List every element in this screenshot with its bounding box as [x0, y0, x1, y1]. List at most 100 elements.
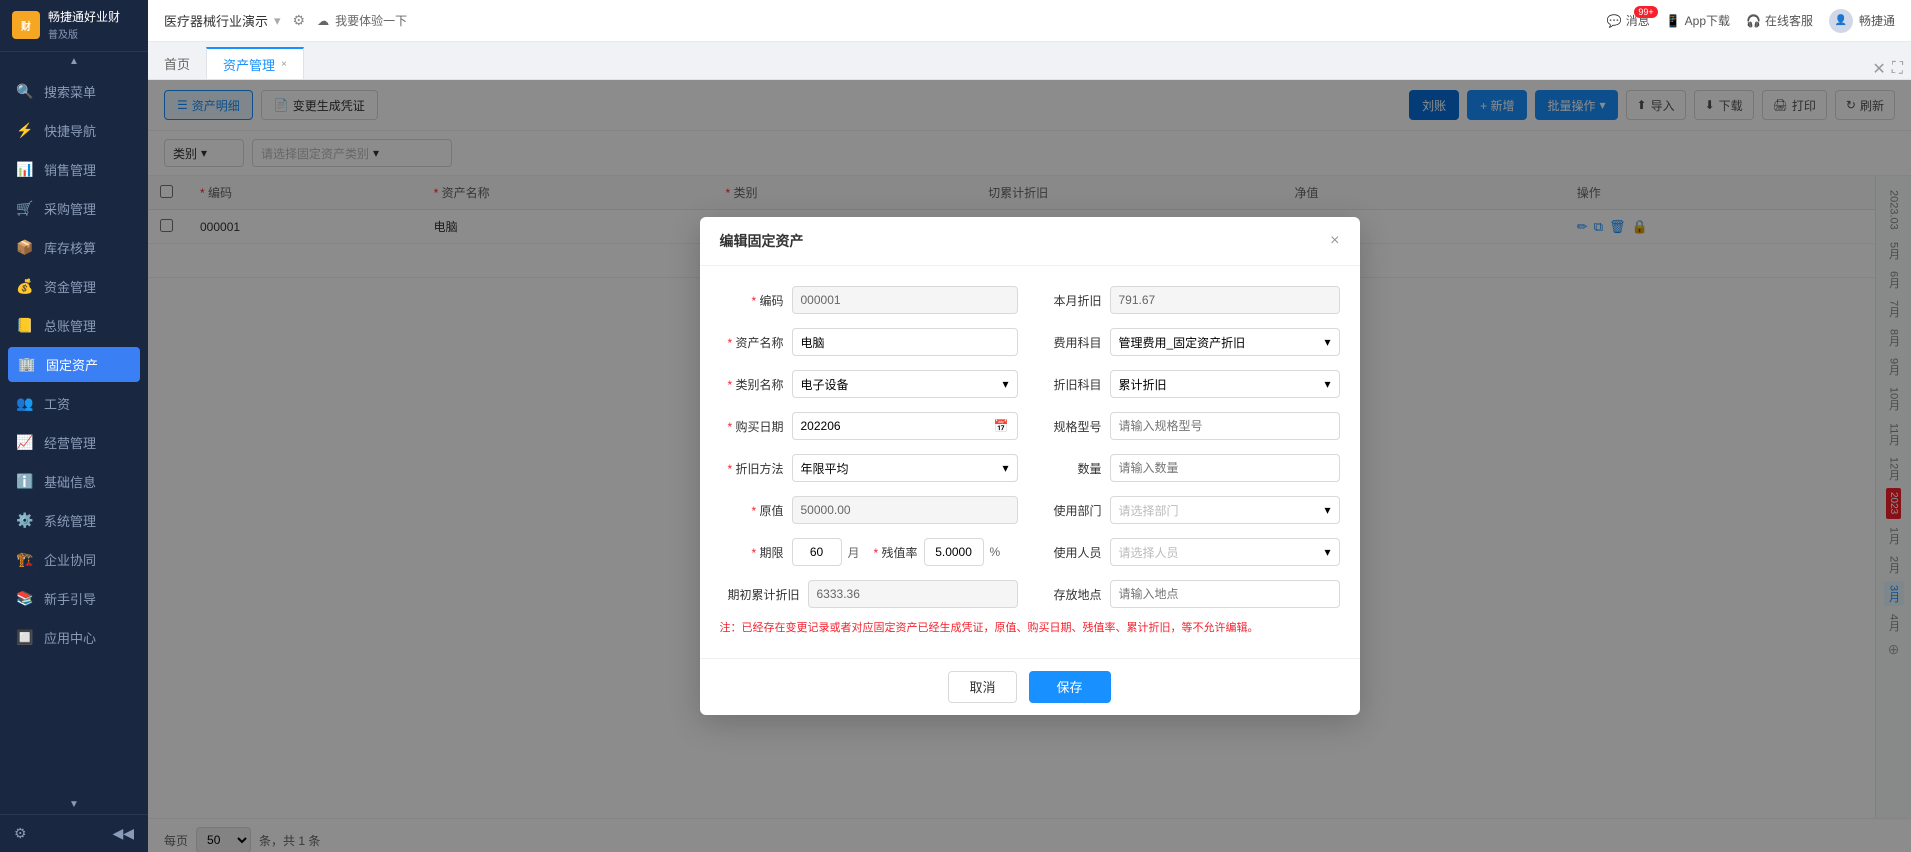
initial-cumulative-input[interactable]	[808, 580, 1018, 608]
app-download-button[interactable]: 📱 App下载	[1666, 12, 1730, 29]
app-logo-icon: 财	[12, 11, 40, 39]
sidebar-item-app-center[interactable]: 🔲 应用中心	[0, 618, 148, 657]
sidebar-item-guide[interactable]: 📚 新手引导	[0, 579, 148, 618]
method-select[interactable]: 年限平均 ▾	[792, 454, 1018, 482]
spec-input[interactable]	[1110, 412, 1340, 440]
tab-asset-management[interactable]: 资产管理 ×	[206, 47, 304, 79]
sidebar-item-sales[interactable]: 📊 销售管理	[0, 150, 148, 189]
form-row-period: * 期限 月 * 残值率 %	[720, 538, 1018, 566]
sidebar-item-system[interactable]: ⚙️ 系统管理	[0, 501, 148, 540]
sidebar-item-payroll[interactable]: 👥 工资	[0, 384, 148, 423]
sidebar-item-label: 工资	[44, 394, 70, 413]
sidebar-item-label: 销售管理	[44, 160, 96, 179]
sidebar-item-label: 采购管理	[44, 199, 96, 218]
topbar-right: 💬 消息 99+ 📱 App下载 🎧 在线客服 👤 畅捷通	[1607, 9, 1895, 33]
settings-icon[interactable]: ⚙	[14, 825, 27, 842]
dep-subject-select[interactable]: 累计折旧 ▾	[1110, 370, 1340, 398]
category-select[interactable]: 电子设备 ▾	[792, 370, 1018, 398]
fund-icon: 💰	[16, 278, 34, 295]
message-icon: 💬	[1607, 14, 1622, 28]
content-area: ☰ 资产明细 📄 变更生成凭证 刘账 + 新增 批量操作 ▾ ⬆	[148, 80, 1911, 852]
sidebar-item-label: 总账管理	[44, 316, 96, 335]
cancel-button[interactable]: 取消	[948, 671, 1016, 703]
modal-title: 编辑固定资产	[720, 231, 804, 251]
initial-cumulative-label: 期初累计折旧	[720, 586, 800, 603]
experience-button[interactable]: ☁ 我要体验一下	[317, 12, 407, 29]
name-input[interactable]	[792, 328, 1018, 356]
period-input[interactable]	[792, 538, 842, 566]
sidebar-scroll-down[interactable]: ▼	[0, 794, 148, 814]
edit-asset-modal: 编辑固定资产 × * 编码	[700, 217, 1360, 715]
expense-subject-label: 费用科目	[1042, 334, 1102, 351]
message-badge: 99+	[1634, 6, 1657, 18]
app-name: 畅捷通好业财	[48, 10, 120, 26]
residual-rate-input[interactable]	[924, 538, 984, 566]
modal-body: * 编码 * 资产名称 * 类别名称	[700, 266, 1360, 658]
monthly-dep-input[interactable]	[1110, 286, 1340, 314]
tab-close-icon[interactable]: ×	[281, 59, 287, 70]
user-menu[interactable]: 👤 畅捷通	[1829, 9, 1895, 33]
sidebar-item-label: 库存核算	[44, 238, 96, 257]
quicknav-icon: ⚡	[16, 122, 34, 139]
sidebar-item-label: 企业协同	[44, 550, 96, 569]
code-label: * 编码	[720, 292, 784, 309]
sidebar-item-quicknav[interactable]: ⚡ 快捷导航	[0, 111, 148, 150]
original-label: * 原值	[720, 502, 784, 519]
sidebar-item-label: 快捷导航	[44, 121, 96, 140]
form-row-name: * 资产名称	[720, 328, 1018, 356]
chevron-down-icon: ▾	[1324, 335, 1330, 349]
company-selector[interactable]: 医疗器械行业演示 ▾	[164, 11, 281, 30]
sidebar-item-inventory[interactable]: 📦 库存核算	[0, 228, 148, 267]
quantity-input[interactable]	[1110, 454, 1340, 482]
sidebar-item-fixed-assets[interactable]: 🏢 固定资产	[8, 347, 140, 382]
sidebar-scroll-up[interactable]: ▲	[0, 52, 148, 72]
basic-info-icon: ℹ️	[16, 473, 34, 490]
code-input[interactable]	[792, 286, 1018, 314]
quantity-label: 数量	[1042, 460, 1102, 477]
topbar: 医疗器械行业演示 ▾ ⚙ ☁ 我要体验一下 💬 消息 99+ 📱 App下载 🎧…	[148, 0, 1911, 42]
chevron-down-icon: ▾	[1002, 461, 1008, 475]
collapse-icon[interactable]: ◀◀	[112, 825, 134, 842]
sidebar-item-search[interactable]: 🔍 搜索菜单	[0, 72, 148, 111]
sidebar-item-operation[interactable]: 📈 经营管理	[0, 423, 148, 462]
residual-unit: %	[990, 545, 1001, 559]
expense-subject-select[interactable]: 管理费用_固定资产折旧 ▾	[1110, 328, 1340, 356]
form-row-expense-subject: 费用科目 管理费用_固定资产折旧 ▾	[1042, 328, 1340, 356]
person-label: 使用人员	[1042, 544, 1102, 561]
purchase-date-input[interactable]: 202206 📅	[792, 412, 1018, 440]
sidebar-item-label: 系统管理	[44, 511, 96, 530]
ledger-icon: 📒	[16, 317, 34, 334]
enterprise-icon: 🏗️	[16, 551, 34, 568]
sidebar-search-label: 搜索菜单	[44, 82, 96, 101]
department-select[interactable]: 请选择部门 ▾	[1110, 496, 1340, 524]
period-row: 月 * 残值率 %	[792, 538, 1018, 566]
customer-service-button[interactable]: 🎧 在线客服	[1746, 12, 1813, 29]
person-select[interactable]: 请选择人员 ▾	[1110, 538, 1340, 566]
sidebar-item-fund[interactable]: 💰 资金管理	[0, 267, 148, 306]
avatar: 👤	[1829, 9, 1853, 33]
location-input[interactable]	[1110, 580, 1340, 608]
monthly-dep-label: 本月折旧	[1042, 292, 1102, 309]
tab-home[interactable]: 首页	[148, 47, 206, 79]
message-button[interactable]: 💬 消息 99+	[1607, 12, 1650, 29]
modal-header: 编辑固定资产 ×	[700, 217, 1360, 266]
sidebar-item-ledger[interactable]: 📒 总账管理	[0, 306, 148, 345]
chevron-down-icon: ▾	[1324, 545, 1330, 559]
modal-close-button[interactable]: ×	[1330, 232, 1339, 250]
system-icon: ⚙️	[16, 512, 34, 529]
save-button[interactable]: 保存	[1029, 671, 1111, 703]
sidebar-item-basic-info[interactable]: ℹ️ 基础信息	[0, 462, 148, 501]
form-row-purchase-date: * 购买日期 202206 📅	[720, 412, 1018, 440]
category-label: * 类别名称	[720, 376, 784, 393]
modal-overlay: 编辑固定资产 × * 编码	[148, 80, 1911, 852]
sidebar-item-purchase[interactable]: 🛒 采购管理	[0, 189, 148, 228]
window-close-icon[interactable]: ✕	[1872, 59, 1885, 79]
sidebar-item-label: 基础信息	[44, 472, 96, 491]
settings-icon[interactable]: ⚙	[293, 12, 306, 29]
sidebar-item-enterprise[interactable]: 🏗️ 企业协同	[0, 540, 148, 579]
dep-subject-label: 折旧科目	[1042, 376, 1102, 393]
original-input[interactable]	[792, 496, 1018, 524]
window-maximize-icon[interactable]: ⛶	[1892, 60, 1903, 78]
sidebar-logo: 财 畅捷通好业财 普及版	[0, 0, 148, 52]
name-label: * 资产名称	[720, 334, 784, 351]
